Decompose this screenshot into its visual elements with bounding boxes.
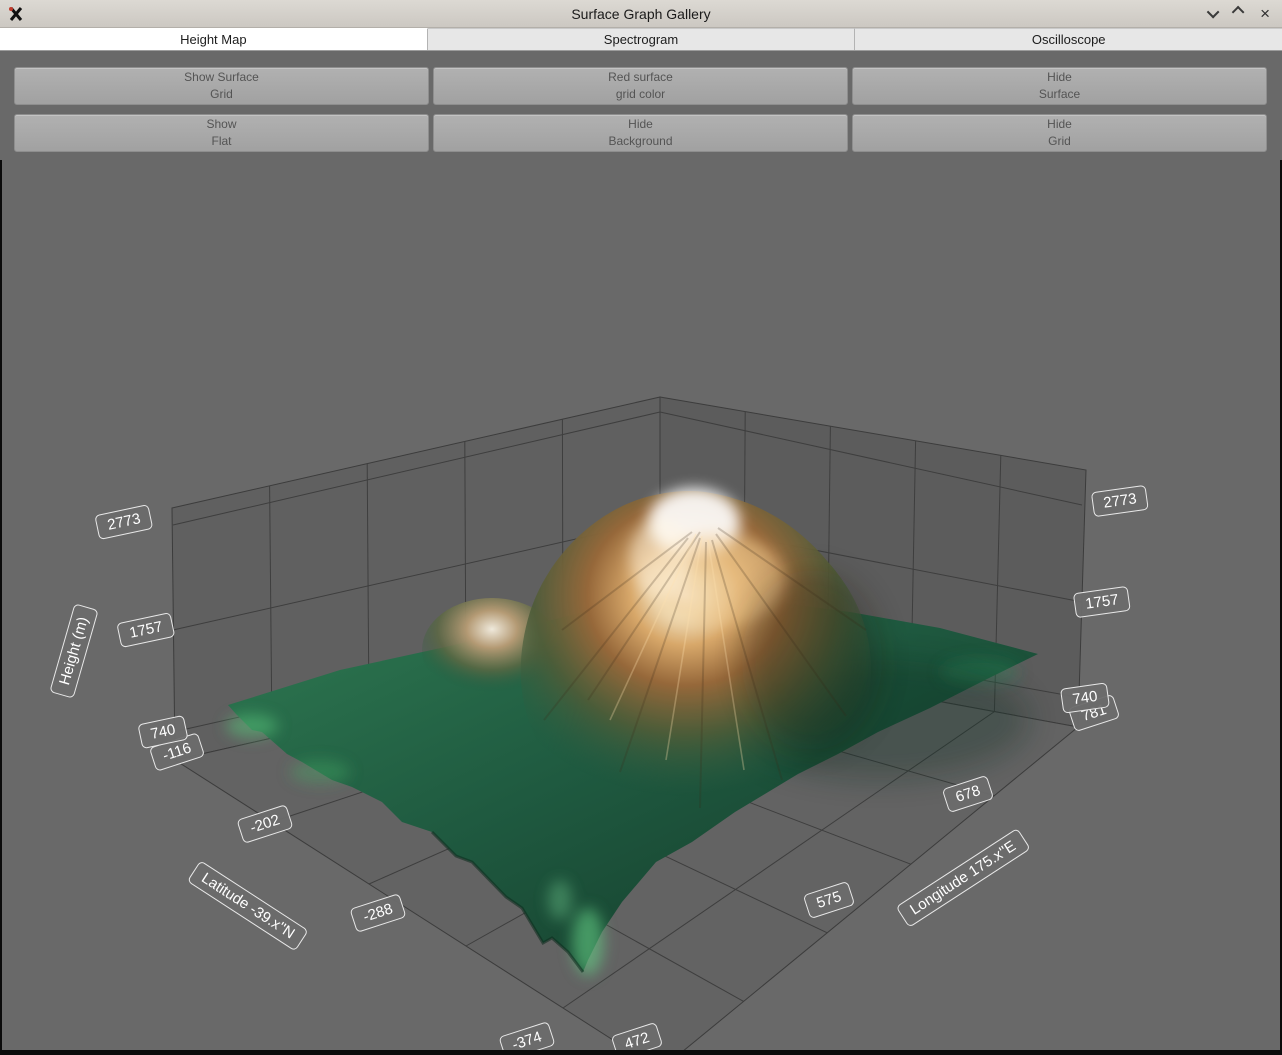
hide-grid-button[interactable]: Hide Grid xyxy=(852,114,1267,152)
toolbar: Show Surface Grid Red surface grid color… xyxy=(0,51,1282,160)
show-flat-button[interactable]: Show Flat xyxy=(14,114,429,152)
red-surface-grid-color-button[interactable]: Red surface grid color xyxy=(433,67,848,105)
app-icon[interactable] xyxy=(8,6,24,22)
show-surface-grid-button[interactable]: Show Surface Grid xyxy=(14,67,429,105)
button-label: Grid xyxy=(1048,133,1071,150)
window-title: Surface Graph Gallery xyxy=(0,6,1282,22)
surface-chart-viewport[interactable]: Height (m) 2773 1757 -116 740 2773 1757 … xyxy=(0,160,1282,1055)
button-label: Flat xyxy=(211,133,231,150)
titlebar[interactable]: Surface Graph Gallery × xyxy=(0,0,1282,28)
tab-height-map[interactable]: Height Map xyxy=(0,28,428,50)
window-edge xyxy=(0,160,2,1055)
button-label: Grid xyxy=(210,86,233,103)
maximize-button[interactable] xyxy=(1235,5,1244,23)
tab-bar: Height Map Spectrogram Oscilloscope xyxy=(0,28,1282,51)
button-label: Hide xyxy=(1047,69,1072,86)
button-label: Red surface xyxy=(608,69,673,86)
button-label: Show Surface xyxy=(184,69,259,86)
button-label: Hide xyxy=(1047,116,1072,133)
window-edge xyxy=(0,1050,1282,1055)
button-label: Surface xyxy=(1039,86,1080,103)
tab-spectrogram[interactable]: Spectrogram xyxy=(428,28,856,50)
button-label: Show xyxy=(206,116,236,133)
hide-surface-button[interactable]: Hide Surface xyxy=(852,67,1267,105)
app-window: Surface Graph Gallery × Height Map Spect… xyxy=(0,0,1282,1055)
tab-oscilloscope[interactable]: Oscilloscope xyxy=(855,28,1282,50)
close-button[interactable]: × xyxy=(1260,5,1270,22)
hide-background-button[interactable]: Hide Background xyxy=(433,114,848,152)
chevron-up-icon xyxy=(1232,5,1245,18)
button-label: Hide xyxy=(628,116,653,133)
shade-button[interactable] xyxy=(1210,5,1219,23)
button-label: Background xyxy=(608,133,672,150)
button-label: grid color xyxy=(616,86,665,103)
